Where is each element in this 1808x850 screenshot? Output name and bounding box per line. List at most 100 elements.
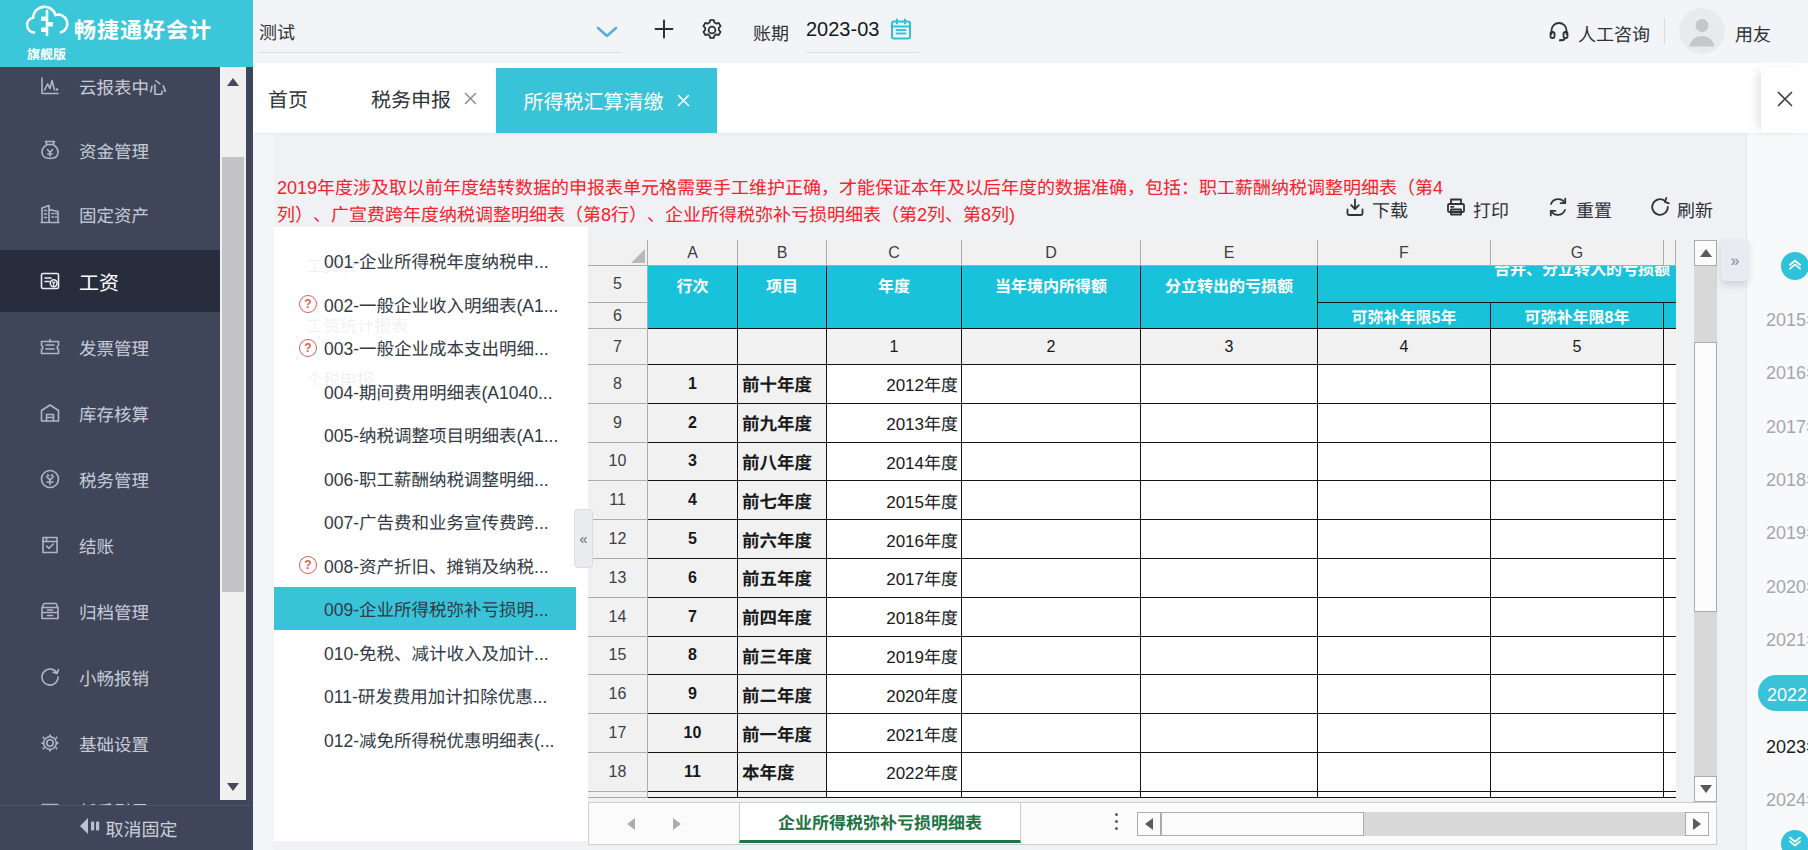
sidebar-item[interactable]: 资金管理 [0,119,220,181]
grid-cell-rowno[interactable]: 5 [648,520,738,559]
grid-cell[interactable] [962,753,1141,792]
year-rail-down-button[interactable] [1781,830,1808,850]
grid-col-header[interactable]: B [738,240,827,266]
grid-cell-year[interactable]: 2016年度 [827,520,962,559]
sheet-next-icon[interactable] [673,818,681,830]
scroll-down-button[interactable] [1694,776,1717,802]
grid-cell-item[interactable]: 前八年度 [738,443,827,482]
report-list-item[interactable]: ?002-一般企业收入明细表(A1... [274,283,588,326]
grid-cell[interactable] [1491,598,1664,637]
sidebar-item[interactable]: 税务管理 [0,448,220,510]
grid-row-header[interactable]: 10 [588,443,648,482]
sidebar-item[interactable]: 发票管理 [0,316,220,378]
grid-cell[interactable] [1318,443,1491,482]
grid-header-cell[interactable]: 当年境内所得额 [962,266,1141,329]
add-button[interactable] [652,17,676,45]
grid-row-header[interactable]: 9 [588,404,648,443]
grid-cell-rowno[interactable]: 9 [648,675,738,714]
period-value[interactable]: 2023-03 [806,18,879,41]
grid-header-cell[interactable]: 项目 [738,266,827,329]
question-mark-icon[interactable]: ? [299,295,317,313]
grid-cell[interactable] [1491,637,1664,676]
sidebar-item[interactable]: 结账 [0,514,220,576]
grid-cell[interactable] [1141,675,1318,714]
grid-cell[interactable] [1141,520,1318,559]
grid-cell[interactable] [1491,481,1664,520]
tab-close-icon[interactable] [677,94,690,107]
year-rail-item[interactable]: 2024年 [1766,779,1808,817]
chevron-down-icon[interactable] [596,24,618,42]
grid-col-header[interactable] [1664,240,1676,266]
grid-cell[interactable] [1141,598,1318,637]
grid-cell[interactable] [1318,753,1491,792]
grid-cell[interactable] [1491,559,1664,598]
year-rail-item[interactable]: 2022年 [1758,675,1808,711]
user-name[interactable]: 用友 [1735,20,1771,46]
scroll-left-button[interactable] [1137,812,1161,836]
year-rail-item[interactable]: 2019年 [1766,512,1808,550]
grid-cell-year[interactable]: 2014年度 [827,443,962,482]
question-mark-icon[interactable]: ? [299,339,317,357]
grid-cell[interactable] [738,329,827,365]
grid-col-header[interactable]: C [827,240,962,266]
grid-cell[interactable] [962,559,1141,598]
tab-income-tax-settlement[interactable]: 所得税汇算清缴 [496,68,717,133]
grid-cell[interactable]: 5 [1491,329,1664,365]
grid-row-header[interactable]: 12 [588,520,648,559]
grid-cell[interactable] [1141,365,1318,404]
grid-cell[interactable] [1318,598,1491,637]
grid-cell-item[interactable]: 前七年度 [738,481,827,520]
grid-cell-item[interactable]: 前五年度 [738,559,827,598]
grid-header-cell[interactable]: 可弥补年限5年 [1318,303,1491,329]
grid-col-header[interactable]: A [648,240,738,266]
grid-cell[interactable] [1491,714,1664,753]
avatar[interactable] [1679,8,1725,54]
grid-cell[interactable] [1141,481,1318,520]
grid-cell[interactable]: 3 [1141,329,1318,365]
grid-cell[interactable] [962,714,1141,753]
grid-cell-item[interactable]: 前一年度 [738,714,827,753]
grid-cell[interactable] [962,481,1141,520]
sidebar-item[interactable]: 库存核算 [0,382,220,444]
grid-row-header[interactable]: 17 [588,714,648,753]
grid-cell[interactable] [1318,520,1491,559]
grid-row-header[interactable]: 7 [588,329,648,365]
grid-cell-year[interactable]: 2018年度 [827,598,962,637]
grid-vscrollbar-thumb[interactable] [1694,342,1717,612]
sidebar-item[interactable]: 固定资产 [0,183,220,245]
grid-cell[interactable] [962,675,1141,714]
grid-row-header[interactable]: 11 [588,481,648,520]
grid-cell-item[interactable]: 前十年度 [738,365,827,404]
grid-vertical-scrollbar[interactable] [1694,240,1717,802]
report-list-item[interactable]: 007-广告费和业务宣传费跨... [274,500,588,543]
grid-row-header[interactable]: 6 [588,303,648,329]
grid-cell[interactable] [1141,559,1318,598]
grid-col-header[interactable]: E [1141,240,1318,266]
expand-rail-handle[interactable]: » [1721,240,1749,281]
grid-cell-item[interactable]: 本年度 [738,753,827,792]
grid-cell[interactable] [962,404,1141,443]
grid-cell-rowno[interactable]: 7 [648,598,738,637]
grid-header-cell[interactable]: 分立转出的亏损额 [1141,266,1318,329]
grid-cell[interactable] [1491,443,1664,482]
grid-col-header[interactable]: D [962,240,1141,266]
refresh-button[interactable]: 刷新 [1649,196,1713,223]
year-rail-item[interactable]: 2015年 [1766,299,1808,337]
sidebar-item[interactable]: 小畅报销 [0,646,220,708]
sidebar-scrollbar[interactable] [220,67,246,800]
grid-cell[interactable] [1141,443,1318,482]
year-rail-item[interactable]: 2018年 [1766,459,1808,497]
sheet-tab[interactable]: 企业所得税弥补亏损明细表 [739,803,1021,843]
grid-cell-rowno[interactable]: 6 [648,559,738,598]
grid-cell-rowno[interactable]: 8 [648,637,738,676]
report-list-item[interactable]: 009-企业所得税弥补亏损明... [274,587,588,630]
collapse-panel-handle[interactable]: « [574,509,593,568]
report-list-item[interactable]: 010-免税、减计收入及加计... [274,631,588,674]
report-list-item[interactable]: 005-纳税调整项目明细表(A1... [274,413,588,456]
grid-cell[interactable]: 2 [962,329,1141,365]
grid-cell[interactable] [1141,404,1318,443]
tab-tax-filing[interactable]: 税务申报 [371,63,477,133]
sidebar-item[interactable]: 工资 [0,250,220,312]
tab-home[interactable]: 首页 [268,63,308,133]
grid-cell[interactable] [1491,753,1664,792]
